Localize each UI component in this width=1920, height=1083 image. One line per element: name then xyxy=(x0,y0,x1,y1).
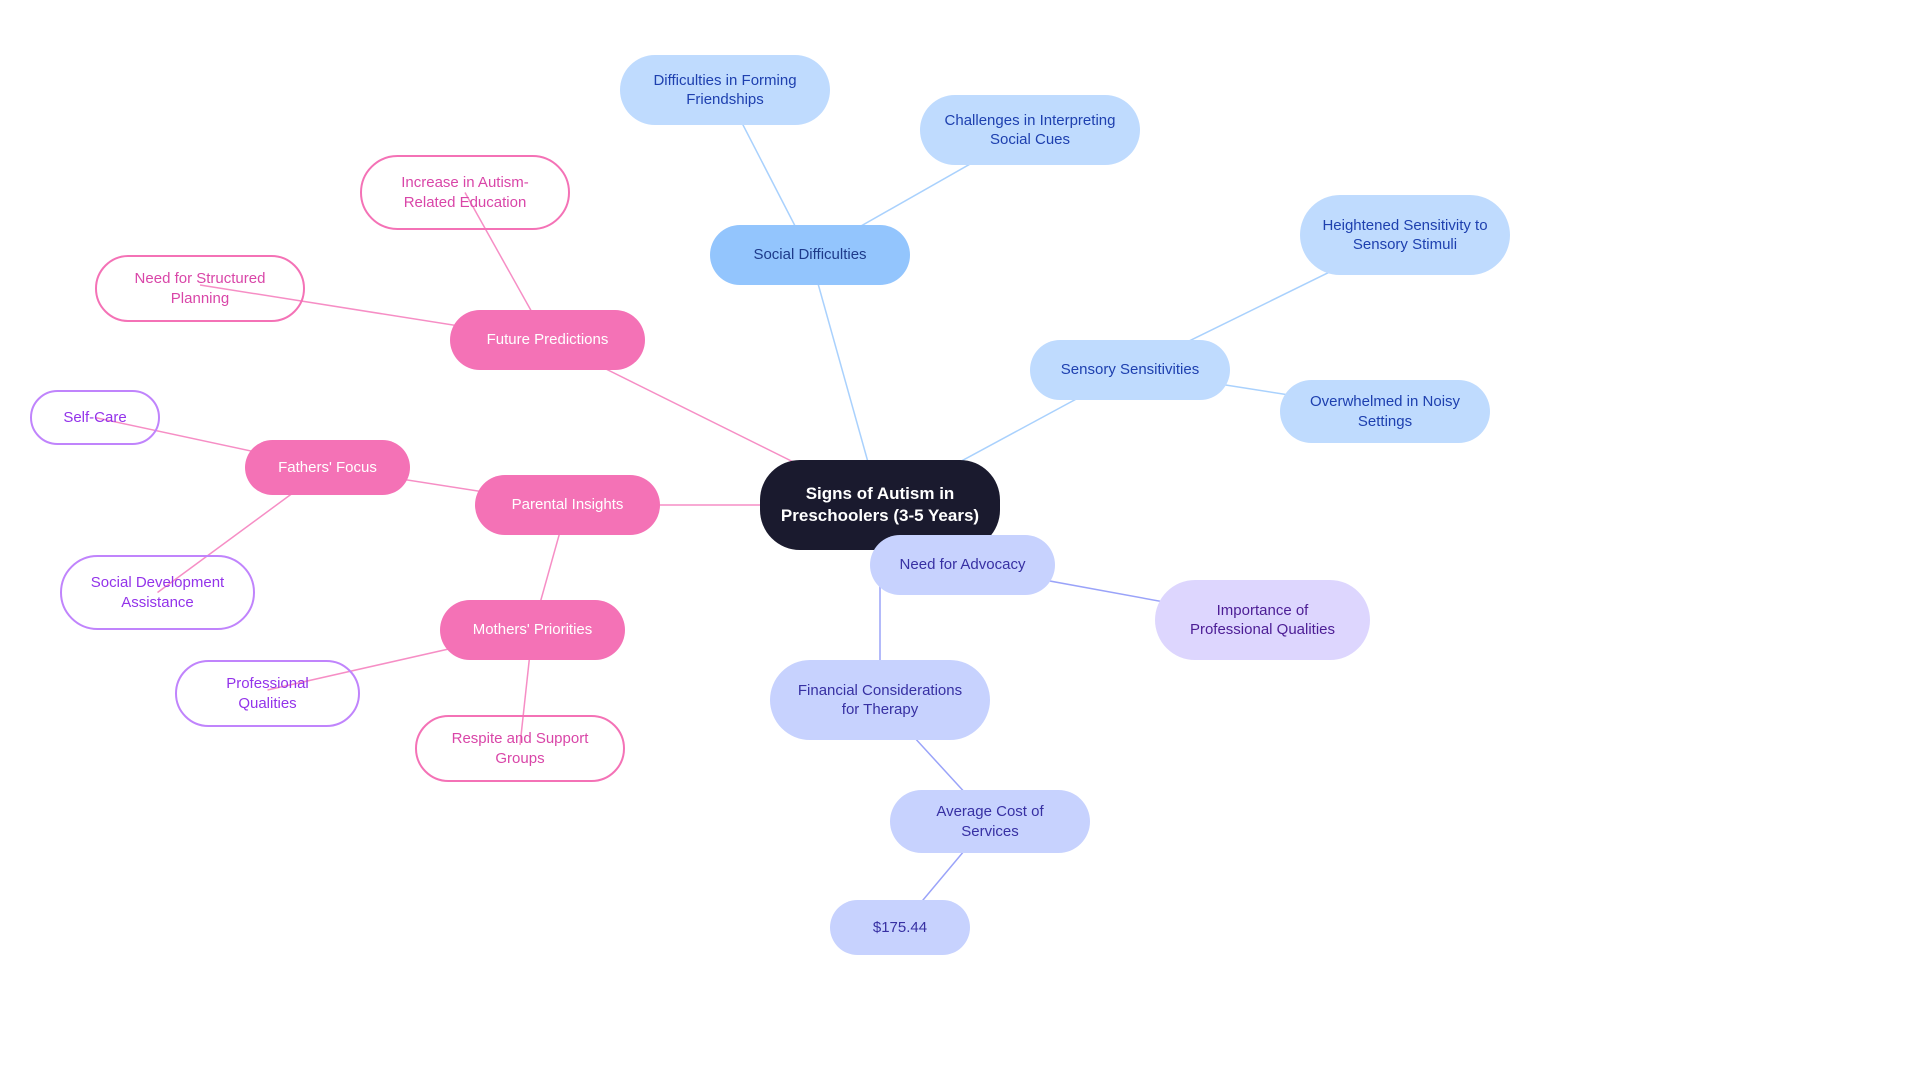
mothers-priorities-node: Mothers' Priorities xyxy=(440,600,625,660)
importance-professional-node: Importance of Professional Qualities xyxy=(1155,580,1370,660)
price-node: $175.44 xyxy=(830,900,970,955)
overwhelmed-noisy-node: Overwhelmed in Noisy Settings xyxy=(1280,380,1490,443)
difficulties-friendships-node: Difficulties in Forming Friendships xyxy=(620,55,830,125)
future-predictions-node: Future Predictions xyxy=(450,310,645,370)
parental-insights-node: Parental Insights xyxy=(475,475,660,535)
increase-education-node: Increase in Autism-Related Education xyxy=(360,155,570,230)
challenges-social-cues-node: Challenges in Interpreting Social Cues xyxy=(920,95,1140,165)
average-cost-node: Average Cost of Services xyxy=(890,790,1090,853)
self-care-node: Self-Care xyxy=(30,390,160,445)
financial-therapy-node: Financial Considerations for Therapy xyxy=(770,660,990,740)
mindmap-container: Signs of Autism in Preschoolers (3-5 Yea… xyxy=(0,0,1920,1083)
professional-qualities-node: Professional Qualities xyxy=(175,660,360,727)
need-structured-node: Need for Structured Planning xyxy=(95,255,305,322)
heightened-sensitivity-node: Heightened Sensitivity to Sensory Stimul… xyxy=(1300,195,1510,275)
respite-support-node: Respite and Support Groups xyxy=(415,715,625,782)
social-difficulties-node: Social Difficulties xyxy=(710,225,910,285)
need-advocacy-node: Need for Advocacy xyxy=(870,535,1055,595)
fathers-focus-node: Fathers' Focus xyxy=(245,440,410,495)
social-development-node: Social Development Assistance xyxy=(60,555,255,630)
sensory-sensitivities-node: Sensory Sensitivities xyxy=(1030,340,1230,400)
